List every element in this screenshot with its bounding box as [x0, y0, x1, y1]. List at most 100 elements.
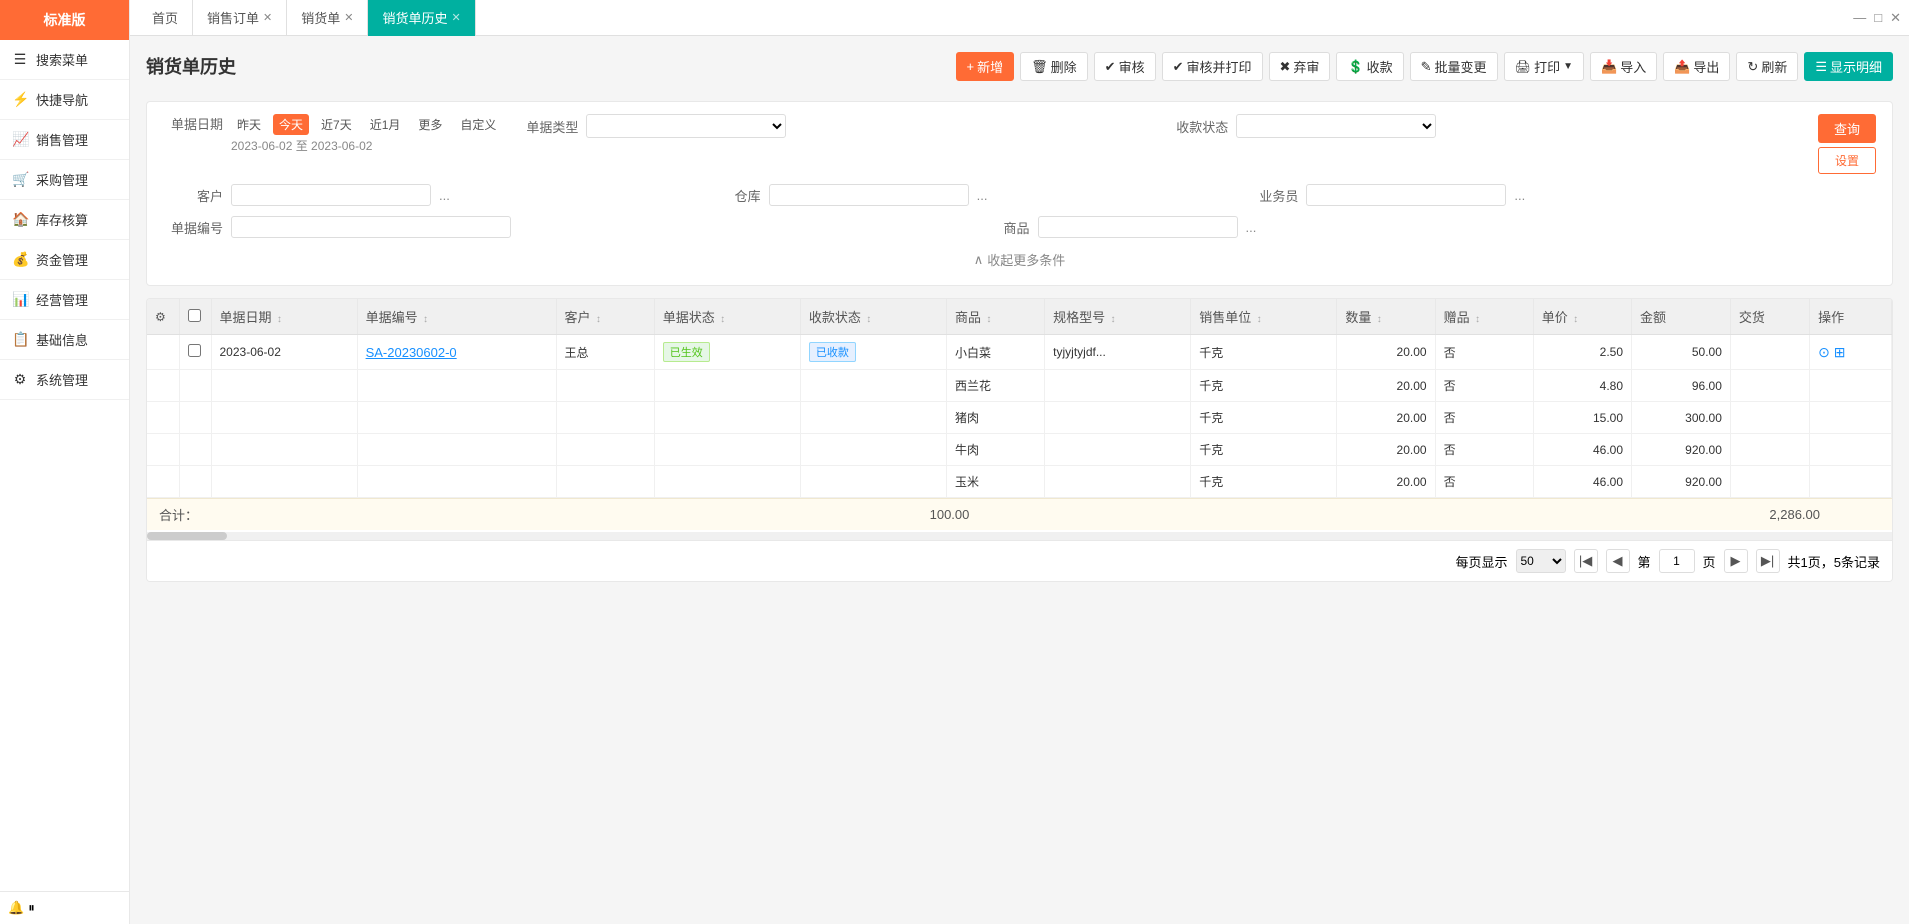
sidebar-item-sales-mgmt[interactable]: 📈 销售管理	[0, 120, 129, 160]
collect-button[interactable]: 💲 收款	[1336, 52, 1403, 81]
gift-col-header[interactable]: 赠品 ↕	[1435, 299, 1533, 335]
row-action[interactable]	[1810, 370, 1892, 402]
tab-sales-goods-close[interactable]: ✕	[344, 11, 353, 24]
date-tab-yesterday[interactable]: 昨天	[231, 114, 267, 135]
date-tab-more[interactable]: 更多	[412, 114, 448, 135]
tab-sales-history-close[interactable]: ✕	[452, 11, 461, 24]
date-sort-icon: ↕	[277, 314, 282, 325]
next-page-btn[interactable]: ▶	[1724, 549, 1748, 573]
maximize-btn[interactable]: □	[1874, 10, 1882, 25]
delete-button[interactable]: 🗑 删除	[1020, 52, 1088, 81]
sidebar-item-fund-mgmt[interactable]: 💰 资金管理	[0, 240, 129, 280]
action-col-header: 操作	[1810, 299, 1892, 335]
sidebar-item-inventory[interactable]: 🏠 库存核算	[0, 200, 129, 240]
warehouse-input[interactable]	[769, 184, 969, 206]
price-col-header[interactable]: 单价 ↕	[1533, 299, 1631, 335]
customer-ellipsis[interactable]: ...	[439, 188, 450, 203]
row-action[interactable]	[1810, 434, 1892, 466]
prev-page-btn[interactable]: ◀	[1606, 549, 1630, 573]
tab-sales-history[interactable]: 销货单历史 ✕	[368, 0, 475, 36]
sidebar-item-purchase-mgmt[interactable]: 🛒 采购管理	[0, 160, 129, 200]
refresh-button[interactable]: ↻ 刷新	[1736, 52, 1798, 81]
sidebar-item-search-menu[interactable]: ☰ 搜索菜单	[0, 40, 129, 80]
docno-col-header[interactable]: 单据编号 ↕	[357, 299, 556, 335]
date-tab-7days[interactable]: 近7天	[315, 114, 358, 135]
tab-sales-order[interactable]: 销售订单 ✕	[193, 0, 287, 36]
show-detail-button[interactable]: ☰ 显示明细	[1804, 52, 1893, 81]
agent-ellipsis[interactable]: ...	[1514, 188, 1525, 203]
import-button[interactable]: 📥 导入	[1590, 52, 1657, 81]
row-qty: 20.00	[1337, 466, 1435, 498]
row-unit: 千克	[1191, 434, 1337, 466]
audit-print-button[interactable]: ✔ 审核并打印	[1162, 52, 1263, 81]
date-tab-1month[interactable]: 近1月	[364, 114, 407, 135]
unit-col-header[interactable]: 销售单位 ↕	[1191, 299, 1337, 335]
horizontal-scrollbar[interactable]	[147, 532, 1892, 540]
checkbox-col-header[interactable]	[179, 299, 211, 335]
row-checkbox[interactable]	[179, 370, 211, 402]
date-tab-custom[interactable]: 自定义	[454, 114, 502, 135]
set-button[interactable]: 设置	[1818, 147, 1876, 174]
first-page-btn[interactable]: |◀	[1574, 549, 1598, 573]
goods-input[interactable]	[1038, 216, 1238, 238]
warehouse-ellipsis[interactable]: ...	[977, 188, 988, 203]
row-docno[interactable]	[357, 370, 556, 402]
settings-col-header[interactable]: ⚙	[147, 299, 179, 335]
select-all-checkbox[interactable]	[188, 309, 201, 322]
batch-change-button[interactable]: ✎ 批量变更	[1410, 52, 1498, 81]
sidebar-item-sys-mgmt[interactable]: ⚙ 系统管理	[0, 360, 129, 400]
scrollbar-thumb[interactable]	[147, 532, 227, 540]
row-action[interactable]	[1810, 466, 1892, 498]
last-page-btn[interactable]: ▶|	[1756, 549, 1780, 573]
query-button[interactable]: 查询	[1818, 114, 1876, 143]
date-col-header[interactable]: 单据日期 ↕	[211, 299, 357, 335]
discard-button[interactable]: ✖ 弃审	[1269, 52, 1331, 81]
row-checkbox[interactable]	[179, 466, 211, 498]
tab-sales-order-close[interactable]: ✕	[263, 11, 272, 24]
amount-col-header[interactable]: 金额	[1632, 299, 1731, 335]
pause-icon[interactable]: ⏸	[28, 900, 35, 916]
row-docno[interactable]	[357, 402, 556, 434]
customer-input[interactable]	[231, 184, 431, 206]
tab-sales-goods[interactable]: 销货单 ✕	[287, 0, 368, 36]
customer-col-header[interactable]: 客户 ↕	[556, 299, 654, 335]
export-button[interactable]: 📤 导出	[1663, 52, 1730, 81]
close-btn[interactable]: ✕	[1890, 10, 1901, 26]
row-docno[interactable]: SA-20230602-0	[357, 335, 556, 370]
date-tab-today[interactable]: 今天	[273, 114, 309, 135]
sys-mgmt-icon: ⚙	[12, 371, 28, 388]
docstatus-col-header[interactable]: 单据状态 ↕	[654, 299, 800, 335]
print-button[interactable]: 🖨 打印 ▼	[1504, 52, 1584, 81]
row-docno[interactable]	[357, 466, 556, 498]
spec-col-header[interactable]: 规格型号 ↕	[1045, 299, 1191, 335]
row-checkbox[interactable]	[179, 335, 211, 370]
notification-icon[interactable]: 🔔	[8, 900, 24, 916]
collect-status-select[interactable]	[1236, 114, 1436, 138]
sidebar-item-ops-mgmt[interactable]: 📊 经营管理	[0, 280, 129, 320]
row-action[interactable]	[1810, 402, 1892, 434]
doc-no-input[interactable]	[231, 216, 511, 238]
sidebar-item-quick-nav[interactable]: ⚡ 快捷导航	[0, 80, 129, 120]
doc-type-select[interactable]	[586, 114, 786, 138]
collapse-button[interactable]: ∧ 收起更多条件	[163, 246, 1876, 273]
row-checkbox[interactable]	[179, 434, 211, 466]
tab-home[interactable]: 首页	[138, 0, 193, 36]
spec-sort-icon: ↕	[1111, 314, 1116, 325]
main-area: 首页 销售订单 ✕ 销货单 ✕ 销货单历史 ✕ — □ ✕ 销货单历史 +	[130, 0, 1909, 924]
sidebar-item-basic-info[interactable]: 📋 基础信息	[0, 320, 129, 360]
collectstatus-col-header[interactable]: 收款状态 ↕	[800, 299, 946, 335]
audit-button[interactable]: ✔ 审核	[1094, 52, 1156, 81]
goods-ellipsis[interactable]: ...	[1246, 220, 1257, 235]
row-amount: 50.00	[1632, 335, 1731, 370]
row-docno[interactable]	[357, 434, 556, 466]
add-button[interactable]: + 新增	[956, 52, 1015, 81]
per-page-select[interactable]: 50 100	[1516, 549, 1566, 573]
page-number-input[interactable]	[1659, 549, 1695, 573]
row-action[interactable]: ⊙⊞	[1810, 335, 1892, 370]
agent-input[interactable]	[1306, 184, 1506, 206]
qty-col-header[interactable]: 数量 ↕	[1337, 299, 1435, 335]
minimize-btn[interactable]: —	[1853, 10, 1866, 25]
row-checkbox[interactable]	[179, 402, 211, 434]
export-icon: 📤	[1674, 59, 1690, 75]
goods-col-header[interactable]: 商品 ↕	[946, 299, 1044, 335]
